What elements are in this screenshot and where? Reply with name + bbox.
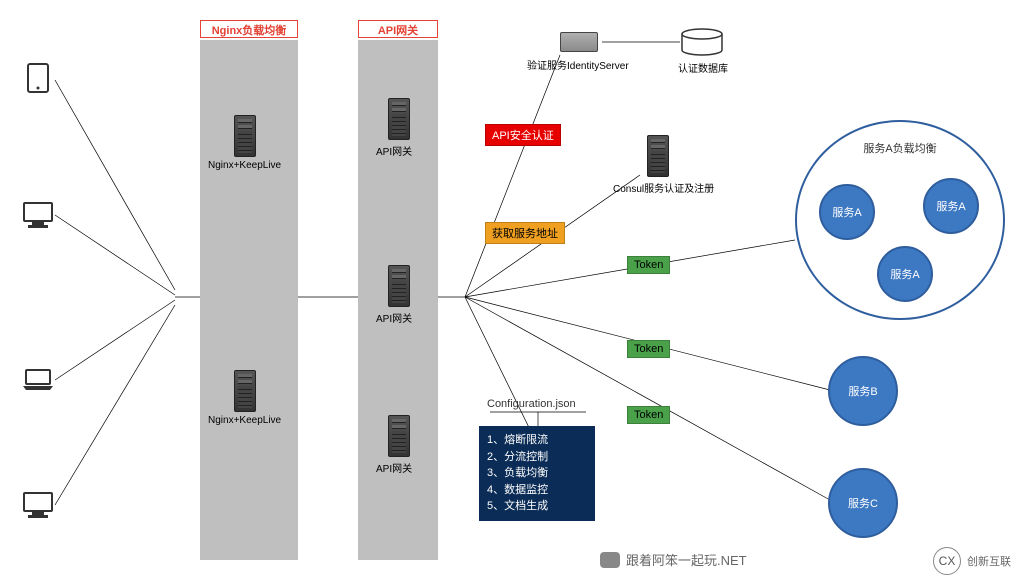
auth-database [680,28,724,56]
config-line: 4、数据监控 [487,482,587,499]
api-server-1 [388,98,410,140]
consul-server [647,135,669,177]
tag-api-security: API安全认证 [485,124,561,146]
service-a-node-3: 服务A [877,246,933,302]
config-file-title: Configuration.json [487,398,576,410]
nginx-server-1 [234,115,256,157]
client-laptop [20,362,56,398]
service-a-node-2: 服务A [923,178,979,234]
auth-database-label: 认证数据库 [678,60,728,75]
api-server-3-label: API网关 [376,460,412,475]
service-c: 服务C [828,468,898,538]
identity-server [560,32,598,52]
nginx-server-2-label: Nginx+KeepLive [208,415,281,426]
client-desktop-1 [20,197,56,233]
api-server-2 [388,265,410,307]
client-desktop-2 [20,487,56,523]
nginx-server-2 [234,370,256,412]
api-server-2-label: API网关 [376,310,412,325]
config-line: 5、文档生成 [487,498,587,515]
api-server-1-label: API网关 [376,143,412,158]
tag-token-1: Token [627,256,670,274]
client-tablet [20,60,56,96]
tag-token-3: Token [627,406,670,424]
config-line: 1、熔断限流 [487,432,587,449]
api-column-header: API网关 [358,22,438,38]
tag-token-2: Token [627,340,670,358]
brand-logo-icon: CX [933,547,961,575]
config-line: 3、负载均衡 [487,465,587,482]
config-file-box: 1、熔断限流 2、分流控制 3、负载均衡 4、数据监控 5、文档生成 [479,426,595,521]
consul-server-label: Consul服务认证及注册 [613,180,714,195]
nginx-server-1-label: Nginx+KeepLive [208,160,281,171]
wechat-icon [600,552,620,568]
service-a-group: 服务A负载均衡 服务A 服务A 服务A [795,120,1005,320]
identity-server-label: 验证服务IdentityServer [527,57,629,72]
nginx-column-header: Nginx负载均衡 [200,22,298,38]
config-line: 2、分流控制 [487,449,587,466]
watermark-center: 跟着阿笨一起玩.NET [600,550,747,569]
service-a-node-1: 服务A [819,184,875,240]
service-b: 服务B [828,356,898,426]
api-server-3 [388,415,410,457]
watermark-right: CX 创新互联 [933,547,1011,575]
tag-get-service-addr: 获取服务地址 [485,222,565,244]
service-a-group-title: 服务A负载均衡 [797,140,1003,156]
